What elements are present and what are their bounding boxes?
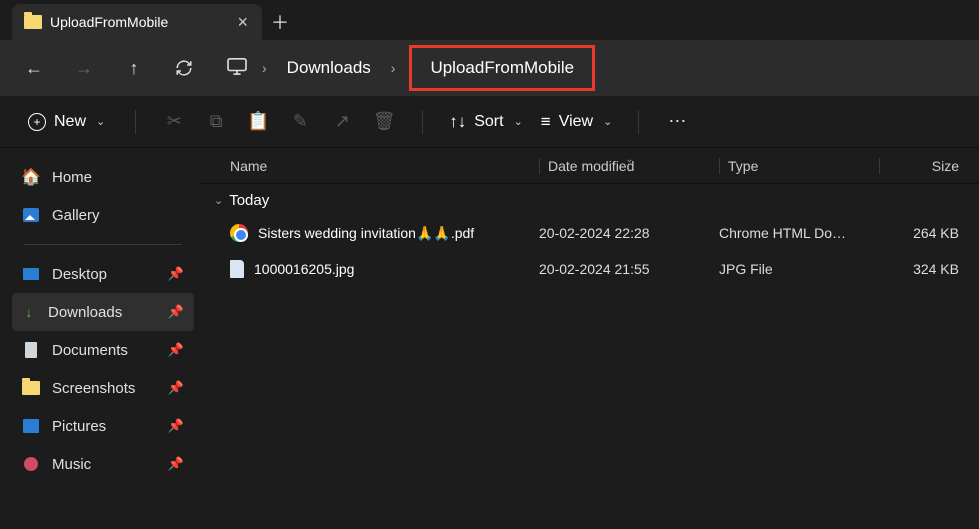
- col-size[interactable]: Size: [879, 158, 979, 174]
- sidebar-item-pictures[interactable]: Pictures 📌: [12, 407, 194, 445]
- pin-icon: 📌: [168, 266, 184, 282]
- column-headers: Name ⌄ Date modified Type Size: [200, 148, 979, 184]
- folder-icon: [22, 381, 40, 395]
- sidebar-item-music[interactable]: Music 📌: [12, 445, 194, 483]
- tabbar: UploadFromMobile × ＋: [0, 0, 979, 40]
- monitor-icon: [226, 57, 248, 75]
- divider: [24, 244, 182, 245]
- main: 🏠 Home Gallery Desktop 📌 Downloads 📌 Doc…: [0, 148, 979, 529]
- pin-icon: 📌: [168, 380, 184, 396]
- pin-icon: 📌: [168, 304, 184, 320]
- sidebar-item-label: Downloads: [48, 304, 122, 321]
- chevron-down-icon: ⌄: [603, 115, 612, 128]
- breadcrumb-item-uploadfrommobile[interactable]: UploadFromMobile: [430, 58, 574, 78]
- breadcrumb-highlight: UploadFromMobile: [409, 45, 595, 91]
- file-date: 20-02-2024 21:55: [539, 261, 719, 277]
- sidebar-item-documents[interactable]: Documents 📌: [12, 331, 194, 369]
- delete-button[interactable]: 🗑: [366, 104, 402, 140]
- separator: [638, 110, 639, 134]
- chevron-down-icon: ⌄: [214, 194, 223, 207]
- breadcrumb-item-downloads[interactable]: Downloads: [281, 54, 377, 82]
- gallery-icon: [23, 208, 39, 222]
- toolbar: + New ⌄ ✂ ⧉ 📋 ✎ ↗ 🗑 ↑↓ Sort ⌄ ≡ View ⌄ ⋯: [0, 96, 979, 148]
- pin-icon: 📌: [168, 342, 184, 358]
- file-size: 324 KB: [879, 261, 979, 277]
- sidebar-item-desktop[interactable]: Desktop 📌: [12, 255, 194, 293]
- sort-icon: ↑↓: [449, 112, 466, 132]
- file-type: Chrome HTML Do…: [719, 225, 879, 241]
- sidebar-item-label: Gallery: [52, 207, 100, 224]
- chevron-right-icon: ›: [391, 60, 396, 76]
- chrome-icon: [230, 224, 248, 242]
- pictures-icon: [23, 419, 39, 433]
- sidebar-item-home[interactable]: 🏠 Home: [12, 158, 194, 196]
- sidebar-item-label: Documents: [52, 342, 128, 359]
- sort-label: Sort: [474, 113, 503, 131]
- pc-icon[interactable]: [226, 57, 248, 80]
- col-date-label: Date modified: [548, 158, 634, 174]
- separator: [422, 110, 423, 134]
- copy-button[interactable]: ⧉: [198, 104, 234, 140]
- col-name[interactable]: Name: [200, 158, 539, 174]
- more-button[interactable]: ⋯: [659, 104, 695, 140]
- separator: [135, 110, 136, 134]
- sidebar: 🏠 Home Gallery Desktop 📌 Downloads 📌 Doc…: [0, 148, 200, 529]
- cut-button[interactable]: ✂: [156, 104, 192, 140]
- tab-uploadfrommobile[interactable]: UploadFromMobile ×: [12, 4, 262, 40]
- col-date[interactable]: ⌄ Date modified: [539, 158, 719, 174]
- file-name: 1000016205.jpg: [254, 261, 354, 277]
- paste-button[interactable]: 📋: [240, 104, 276, 140]
- sort-indicator-icon: ⌄: [625, 154, 633, 165]
- group-header-today[interactable]: ⌄ Today: [200, 184, 979, 215]
- new-label: New: [54, 113, 86, 131]
- sidebar-item-label: Pictures: [52, 418, 106, 435]
- breadcrumb: › Downloads › UploadFromMobile: [226, 45, 595, 91]
- sidebar-item-downloads[interactable]: Downloads 📌: [12, 293, 194, 331]
- file-row[interactable]: Sisters wedding invitation🙏🙏.pdf 20-02-2…: [200, 215, 979, 251]
- rename-button[interactable]: ✎: [282, 104, 318, 140]
- sidebar-item-label: Music: [52, 456, 91, 473]
- download-icon: [22, 305, 36, 319]
- chevron-down-icon: ⌄: [96, 115, 105, 128]
- up-button[interactable]: ↑: [112, 50, 156, 86]
- sidebar-item-label: Screenshots: [52, 380, 135, 397]
- tab-title: UploadFromMobile: [50, 14, 168, 30]
- sidebar-item-label: Desktop: [52, 266, 107, 283]
- home-icon: 🏠: [22, 169, 40, 185]
- plus-icon: +: [28, 113, 46, 131]
- document-icon: [25, 342, 37, 358]
- col-type[interactable]: Type: [719, 158, 879, 174]
- view-label: View: [559, 113, 593, 131]
- chevron-right-icon: ›: [262, 60, 267, 76]
- file-date: 20-02-2024 22:28: [539, 225, 719, 241]
- back-button[interactable]: ←: [12, 50, 56, 86]
- desktop-icon: [23, 268, 39, 280]
- file-name: Sisters wedding invitation🙏🙏.pdf: [258, 225, 474, 242]
- pin-icon: 📌: [168, 418, 184, 434]
- view-icon: ≡: [541, 112, 551, 132]
- nav-row: ← → ↑ › Downloads › UploadFromMobile: [0, 40, 979, 96]
- pin-icon: 📌: [168, 456, 184, 472]
- forward-button[interactable]: →: [62, 50, 106, 86]
- refresh-icon: [175, 59, 193, 77]
- group-label: Today: [229, 192, 269, 209]
- view-button[interactable]: ≡ View ⌄: [535, 112, 619, 132]
- file-type: JPG File: [719, 261, 879, 277]
- new-tab-button[interactable]: ＋: [262, 4, 298, 40]
- file-size: 264 KB: [879, 225, 979, 241]
- sidebar-item-gallery[interactable]: Gallery: [12, 196, 194, 234]
- refresh-button[interactable]: [162, 50, 206, 86]
- music-icon: [24, 457, 38, 471]
- sidebar-item-label: Home: [52, 169, 92, 186]
- share-button[interactable]: ↗: [324, 104, 360, 140]
- new-button[interactable]: + New ⌄: [18, 107, 115, 137]
- sidebar-item-screenshots[interactable]: Screenshots 📌: [12, 369, 194, 407]
- chevron-down-icon: ⌄: [514, 115, 523, 128]
- sort-button[interactable]: ↑↓ Sort ⌄: [443, 112, 529, 132]
- file-list: Name ⌄ Date modified Type Size ⌄ Today S…: [200, 148, 979, 529]
- file-row[interactable]: 1000016205.jpg 20-02-2024 21:55 JPG File…: [200, 251, 979, 287]
- folder-icon: [24, 15, 42, 29]
- image-file-icon: [230, 260, 244, 278]
- close-icon[interactable]: ×: [237, 13, 248, 31]
